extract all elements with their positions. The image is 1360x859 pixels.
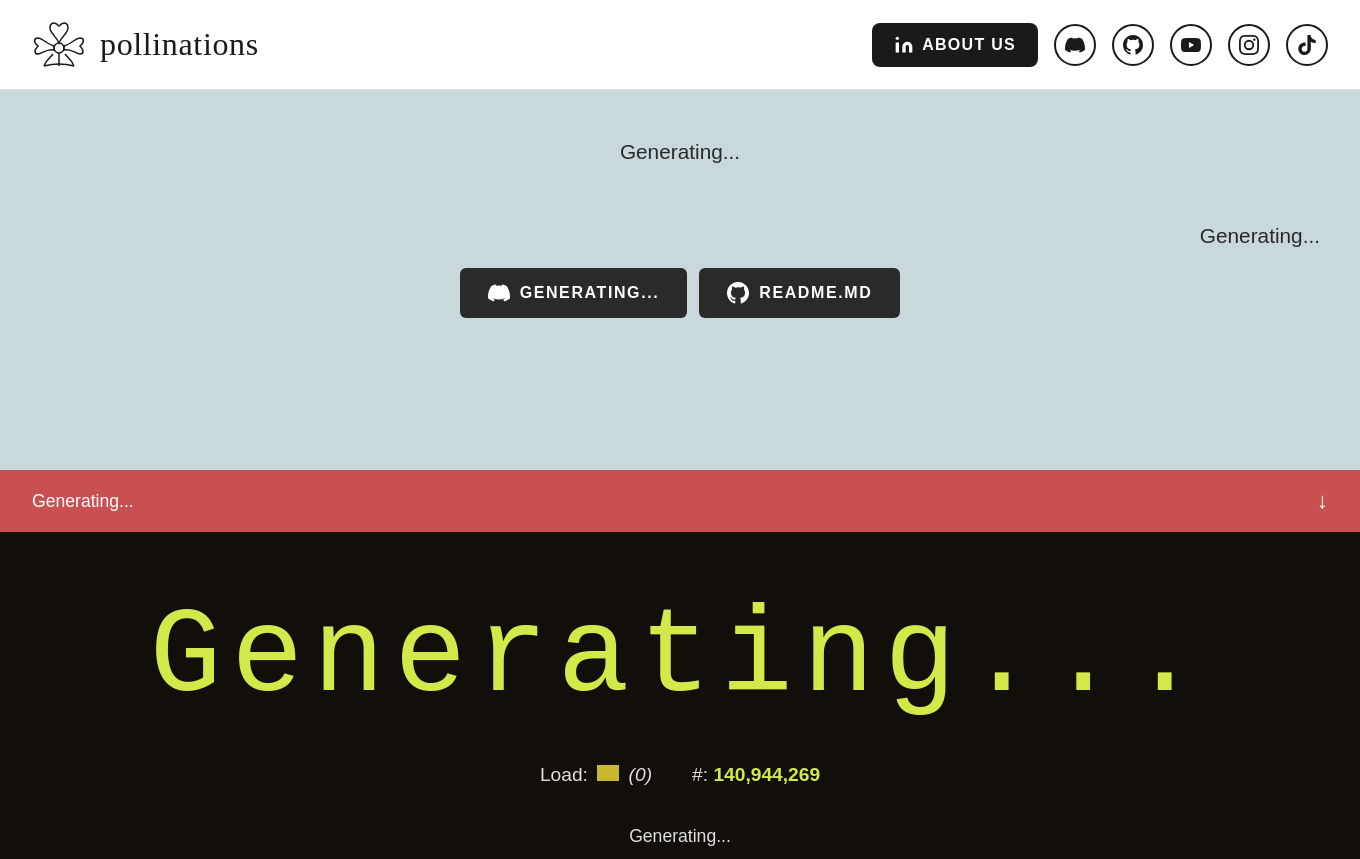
github-social-icon[interactable]: [1112, 24, 1154, 66]
svg-rect-1: [896, 42, 899, 52]
big-generating-text: Generating...: [40, 592, 1320, 724]
github-icon: [1123, 35, 1143, 55]
generating-right-text: Generating...: [40, 224, 1320, 248]
tiktok-social-icon[interactable]: [1286, 24, 1328, 66]
logo-icon: [32, 18, 86, 72]
tiktok-icon: [1297, 35, 1317, 55]
red-banner-text: Generating...: [32, 491, 134, 512]
discord-generating-button[interactable]: GENERATING...: [460, 268, 688, 318]
svg-point-2: [896, 36, 899, 39]
action-buttons: GENERATING... README.MD: [40, 268, 1320, 318]
about-us-button[interactable]: ABOUT US: [872, 23, 1038, 67]
discord-btn-icon: [488, 282, 510, 304]
dark-section: Generating... Load: (0) #: 140,944,269 G…: [0, 532, 1360, 859]
about-us-label: ABOUT US: [922, 36, 1016, 54]
linkedin-icon: [894, 35, 914, 55]
down-arrow-icon: ↓: [1317, 488, 1328, 514]
github-btn-label: README.MD: [759, 284, 872, 302]
youtube-icon: [1181, 35, 1201, 55]
discord-icon: [1065, 35, 1085, 55]
github-btn-icon: [727, 282, 749, 304]
stats-row: Load: (0) #: 140,944,269: [40, 764, 1320, 786]
logo-text: pollinations: [100, 26, 259, 63]
load-box-indicator: [597, 765, 619, 781]
main-content: Generating... Generating... GENERATING..…: [0, 90, 1360, 470]
generating-bottom-text: Generating...: [40, 826, 1320, 847]
hash-value: 140,944,269: [713, 764, 820, 785]
github-readme-button[interactable]: README.MD: [699, 268, 900, 318]
nav-area: ABOUT US: [872, 23, 1328, 67]
logo-area: pollinations: [32, 18, 259, 72]
header: pollinations ABOUT US: [0, 0, 1360, 90]
generating-top-text: Generating...: [40, 140, 1320, 164]
discord-social-icon[interactable]: [1054, 24, 1096, 66]
load-label: Load:: [540, 764, 588, 785]
youtube-social-icon[interactable]: [1170, 24, 1212, 66]
hash-label: #:: [692, 764, 708, 785]
red-banner[interactable]: Generating... ↓: [0, 470, 1360, 532]
load-value: (0): [629, 764, 652, 785]
instagram-social-icon[interactable]: [1228, 24, 1270, 66]
discord-btn-label: GENERATING...: [520, 284, 660, 302]
instagram-icon: [1239, 35, 1259, 55]
